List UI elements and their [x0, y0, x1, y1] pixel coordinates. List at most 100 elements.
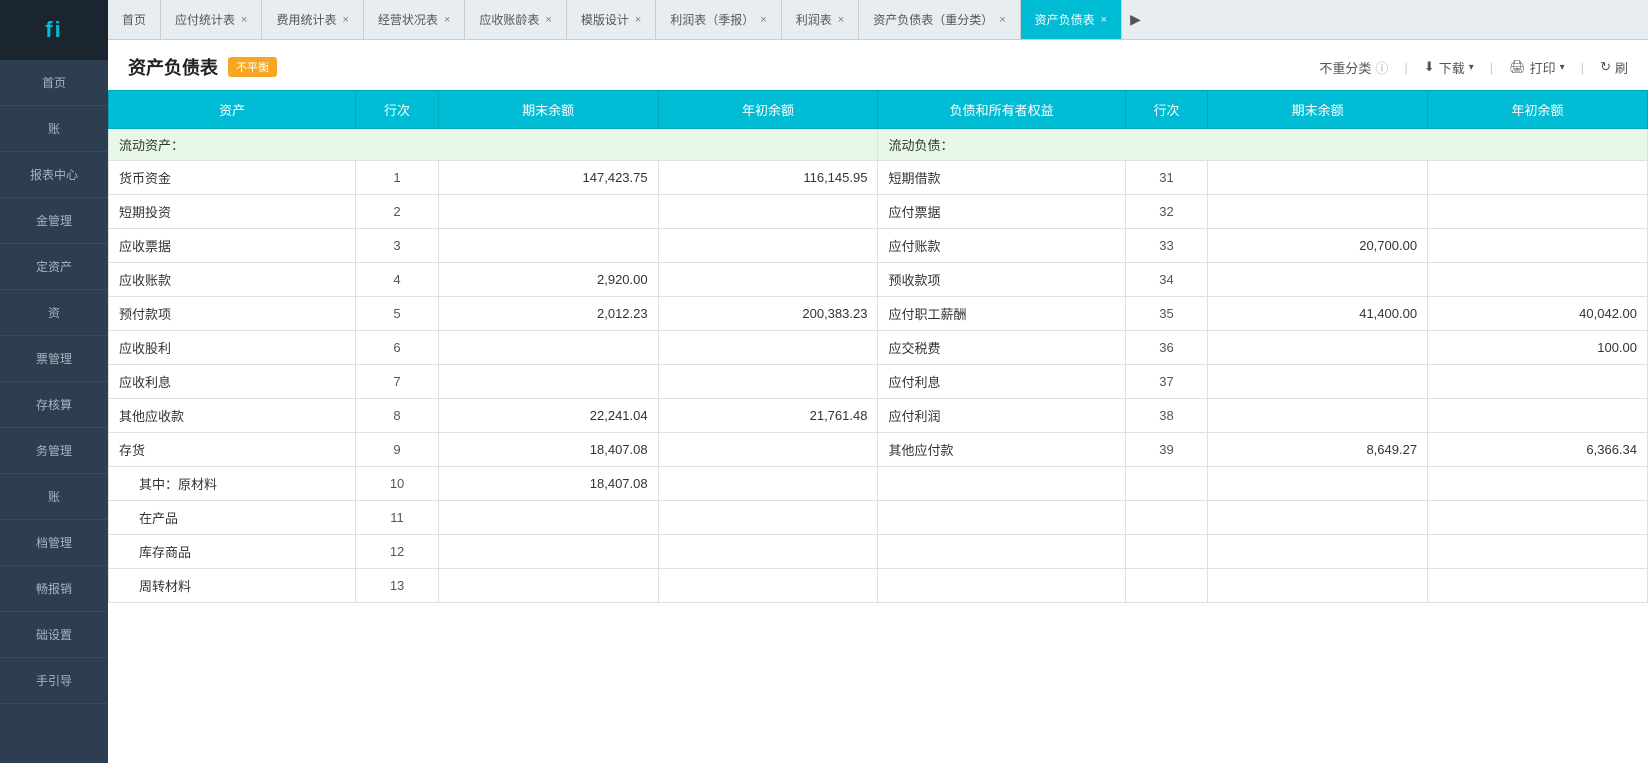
header-asset: 资产 — [109, 91, 356, 129]
left-begin-cell — [658, 467, 878, 501]
left-end-cell — [438, 365, 658, 399]
left-seq-cell: 7 — [356, 365, 438, 399]
right-seq-cell: 39 — [1125, 433, 1207, 467]
left-seq-cell: 10 — [356, 467, 438, 501]
sidebar-logo: fi — [0, 0, 108, 60]
right-name-cell: 其他应付款 — [878, 433, 1125, 467]
tab-scroll-right[interactable]: ▶ — [1122, 0, 1149, 40]
table-row: 其他应收款 8 22,241.04 21,761.48 应付利润 38 — [109, 399, 1648, 433]
table-row: 库存商品 12 — [109, 535, 1648, 569]
left-begin-cell — [658, 331, 878, 365]
close-tab-operations[interactable]: × — [444, 14, 450, 26]
tab-home[interactable]: 首页 — [108, 0, 161, 40]
left-end-cell: 18,407.08 — [438, 433, 658, 467]
left-name-cell: 货币资金 — [109, 161, 356, 195]
sidebar-item-finance[interactable]: 金管理 — [0, 198, 108, 244]
right-end-cell: 8,649.27 — [1208, 433, 1428, 467]
download-arrow-icon: ▾ — [1469, 62, 1474, 73]
right-name-cell: 应交税费 — [878, 331, 1125, 365]
header-seq: 行次 — [356, 91, 438, 129]
right-begin-cell — [1428, 161, 1648, 195]
right-seq-cell — [1125, 569, 1207, 603]
right-seq-cell: 36 — [1125, 331, 1207, 365]
sidebar-item-tax[interactable]: 务管理 — [0, 428, 108, 474]
tab-template-design[interactable]: 模版设计 × — [567, 0, 656, 40]
right-end-cell — [1208, 365, 1428, 399]
section-header-row: 流动资产： 流动负债： — [109, 129, 1648, 161]
tab-balance-sheet[interactable]: 资产负债表 × — [1021, 0, 1122, 40]
right-begin-cell — [1428, 195, 1648, 229]
close-tab-profit[interactable]: × — [838, 14, 844, 26]
sidebar-item-reports[interactable]: 报表中心 — [0, 152, 108, 198]
table-row: 应收票据 3 应付账款 33 20,700.00 — [109, 229, 1648, 263]
sidebar-item-tickets[interactable]: 票管理 — [0, 336, 108, 382]
tab-balance-reclassified[interactable]: 资产负债表（重分类） × — [859, 0, 1020, 40]
right-seq-cell — [1125, 501, 1207, 535]
sidebar-item-archive[interactable]: 档管理 — [0, 520, 108, 566]
refresh-action[interactable]: ↻ 刷 — [1600, 58, 1628, 77]
close-tab-balance-sheet[interactable]: × — [1101, 14, 1107, 26]
right-name-cell — [878, 569, 1125, 603]
download-icon: ⬇ — [1424, 59, 1435, 75]
tab-ap-stats[interactable]: 应付统计表 × — [161, 0, 262, 40]
left-name-cell: 应收股利 — [109, 331, 356, 365]
tab-operations[interactable]: 经营状况表 × — [364, 0, 465, 40]
left-end-cell — [438, 501, 658, 535]
close-tab-profit-quarterly[interactable]: × — [760, 14, 766, 26]
left-name-cell: 应收账款 — [109, 263, 356, 297]
refresh-label: 刷 — [1615, 58, 1628, 77]
sidebar-item-guide[interactable]: 手引导 — [0, 658, 108, 704]
table-row: 存货 9 18,407.08 其他应付款 39 8,649.27 6,366.3… — [109, 433, 1648, 467]
tab-profit-quarterly[interactable]: 利润表（季报） × — [656, 0, 781, 40]
right-seq-cell: 38 — [1125, 399, 1207, 433]
left-name-cell: 周转材料 — [109, 569, 356, 603]
right-seq-cell: 32 — [1125, 195, 1207, 229]
page-title: 资产负债表 — [128, 54, 218, 80]
download-action[interactable]: ⬇ 下载 ▾ — [1424, 58, 1474, 77]
sidebar-item-home[interactable]: 首页 — [0, 60, 108, 106]
right-begin-cell — [1428, 535, 1648, 569]
table-row: 预付款项 5 2,012.23 200,383.23 应付职工薪酬 35 41,… — [109, 297, 1648, 331]
sidebar-item-account[interactable]: 账 — [0, 106, 108, 152]
tab-expense-stats[interactable]: 费用统计表 × — [262, 0, 363, 40]
tab-ar-aging[interactable]: 应收账龄表 × — [465, 0, 566, 40]
close-tab-ap-stats[interactable]: × — [241, 14, 247, 26]
right-end-cell — [1208, 535, 1428, 569]
left-begin-cell — [658, 365, 878, 399]
close-tab-expense-stats[interactable]: × — [342, 14, 348, 26]
left-begin-cell — [658, 433, 878, 467]
table-row: 货币资金 1 147,423.75 116,145.95 短期借款 31 — [109, 161, 1648, 195]
info-icon: ⓘ — [1375, 58, 1388, 77]
sidebar: fi 首页 账 报表中心 金管理 定资产 资 票管理 存核算 务管理 账 档管理… — [0, 0, 108, 763]
left-name-cell: 其中：原材料 — [109, 467, 356, 501]
sidebar-item-expense[interactable]: 畅报销 — [0, 566, 108, 612]
right-begin-cell — [1428, 263, 1648, 297]
close-tab-ar-aging[interactable]: × — [545, 14, 551, 26]
sidebar-item-settings[interactable]: 础设置 — [0, 612, 108, 658]
sidebar-item-inventory[interactable]: 存核算 — [0, 382, 108, 428]
balance-sheet-table: 资产 行次 期末余额 年初余额 负债和所有者权益 行次 期末余额 年初余额 流动… — [108, 90, 1648, 603]
sidebar-item-assets[interactable]: 定资产 — [0, 244, 108, 290]
left-name-cell: 短期投资 — [109, 195, 356, 229]
right-name-cell: 短期借款 — [878, 161, 1125, 195]
classify-action[interactable]: 不重分类 ⓘ — [1319, 58, 1388, 77]
left-name-cell: 应收票据 — [109, 229, 356, 263]
table-row: 应收账款 4 2,920.00 预收款项 34 — [109, 263, 1648, 297]
close-tab-template-design[interactable]: × — [635, 14, 641, 26]
page-title-area: 资产负债表 不平衡 — [128, 54, 277, 80]
tab-profit[interactable]: 利润表 × — [782, 0, 859, 40]
right-end-cell — [1208, 501, 1428, 535]
print-action[interactable]: 🖨 打印 ▾ — [1509, 58, 1565, 77]
close-tab-balance-reclassified[interactable]: × — [999, 14, 1005, 26]
left-begin-cell: 200,383.23 — [658, 297, 878, 331]
right-end-cell — [1208, 331, 1428, 365]
sidebar-item-capital[interactable]: 资 — [0, 290, 108, 336]
sidebar-item-ledger[interactable]: 账 — [0, 474, 108, 520]
header-liability: 负债和所有者权益 — [878, 91, 1125, 129]
left-seq-cell: 4 — [356, 263, 438, 297]
right-begin-cell — [1428, 569, 1648, 603]
right-name-cell — [878, 501, 1125, 535]
left-seq-cell: 12 — [356, 535, 438, 569]
print-arrow-icon: ▾ — [1560, 62, 1565, 73]
left-begin-cell — [658, 229, 878, 263]
